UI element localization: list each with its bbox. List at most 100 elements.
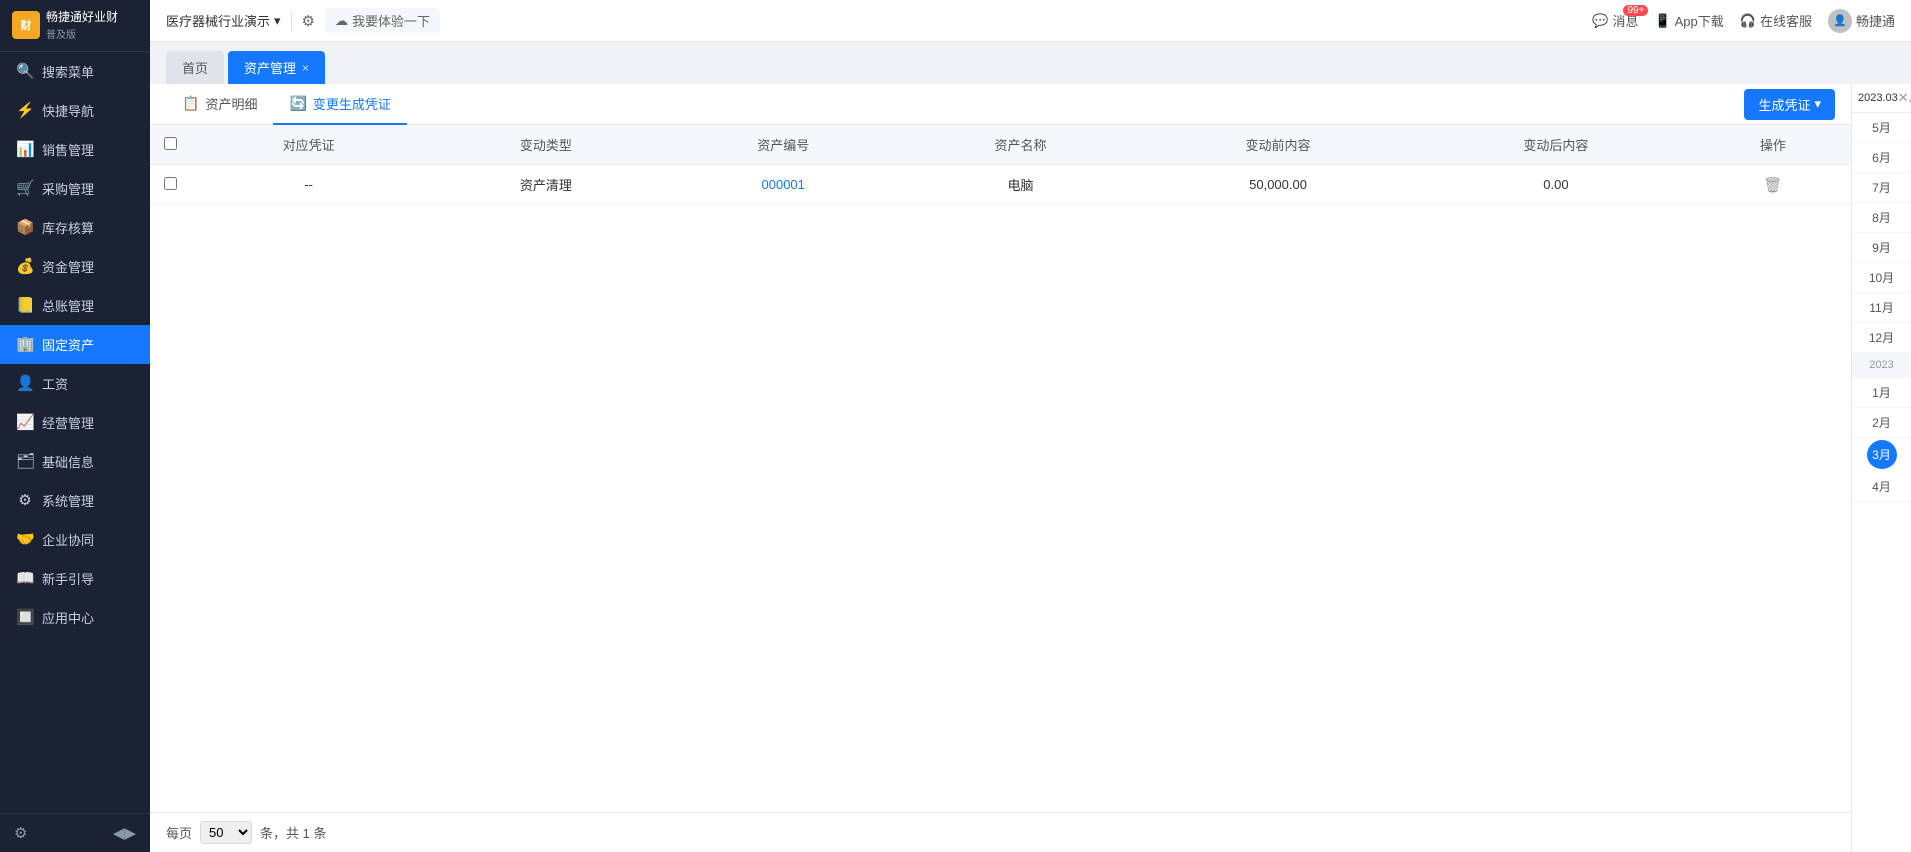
tab-change-voucher[interactable]: 🔄 变更生成凭证 — [273, 84, 406, 125]
sidebar-item-apps[interactable]: 🔲应用中心 — [0, 598, 150, 637]
month-item[interactable]: 8月 — [1852, 203, 1911, 233]
select-all-checkbox[interactable] — [164, 137, 177, 150]
select-all-header — [150, 125, 190, 165]
table-header-row: 对应凭证 变动类型 资产编号 资产名称 变动前内容 变动后内容 操作 — [150, 125, 1851, 165]
row-checkbox-0[interactable] — [164, 177, 177, 190]
messages-button[interactable]: 💬 消息 99+ — [1592, 11, 1638, 30]
settings-icon[interactable]: ⚙ — [14, 824, 27, 842]
per-page-select[interactable]: 50 10 20 100 — [200, 821, 252, 844]
company-selector[interactable]: 医疗器械行业演示 ▾ — [166, 11, 281, 30]
row-asset-name-0: 电脑 — [902, 165, 1139, 205]
sidebar-label-apps: 应用中心 — [42, 608, 94, 627]
logo-icon: 财 — [12, 11, 40, 39]
date-panel: 2023.03 ✕ ⤢ 5月6月7月8月9月10月11月12月20231月2月3… — [1851, 84, 1911, 852]
month-item[interactable]: 9月 — [1852, 233, 1911, 263]
sidebar-item-guide[interactable]: 📖新手引导 — [0, 559, 150, 598]
sidebar-item-cooperation[interactable]: 🤝 企业协同 — [0, 520, 150, 559]
sidebar-item-system[interactable]: ⚙ 系统管理 — [0, 481, 150, 520]
sidebar-item-operations[interactable]: 📈 经营管理 — [0, 403, 150, 442]
active-month[interactable]: 3月 — [1867, 440, 1897, 470]
experience-label: 我要体验一下 — [352, 11, 430, 30]
col-asset-name: 资产名称 — [902, 125, 1139, 165]
row-before-0: 50,000.00 — [1139, 165, 1417, 205]
date-panel-header: 2023.03 ✕ ⤢ — [1852, 84, 1911, 113]
month-item[interactable]: 11月 — [1852, 293, 1911, 323]
tab-asset-mgmt[interactable]: 资产管理 × — [228, 51, 325, 84]
sidebar-bottom: ⚙ ◀▶ — [0, 813, 150, 852]
collapse-icon[interactable]: ◀▶ — [113, 824, 136, 842]
sidebar-item-basics[interactable]: 🗂 基础信息 — [0, 442, 150, 481]
month-item[interactable]: 1月 — [1852, 378, 1911, 408]
experience-button[interactable]: ☁ 我要体验一下 — [325, 8, 440, 33]
tab-home[interactable]: 首页 — [166, 51, 224, 84]
sidebar-item-inventory[interactable]: 📦库存核算 — [0, 208, 150, 247]
sidebar-label-search: 搜索菜单 — [42, 62, 94, 81]
cooperation-icon: 🤝 — [16, 530, 34, 548]
sidebar-label-operations: 经营管理 — [42, 413, 94, 432]
system-icon: ⚙ — [16, 491, 34, 509]
month-item[interactable]: 4月 — [1852, 472, 1911, 502]
generate-voucher-button[interactable]: 生成凭证 ▾ — [1744, 89, 1835, 120]
app-download-label: App下载 — [1675, 11, 1724, 30]
delete-button-0[interactable]: 🗑 — [1763, 177, 1782, 194]
sidebar-item-salary[interactable]: 👤工资 — [0, 364, 150, 403]
col-voucher: 对应凭证 — [190, 125, 427, 165]
sidebar-label-funds: 资金管理 — [42, 257, 94, 276]
month-item[interactable]: 7月 — [1852, 173, 1911, 203]
sidebar-label-cooperation: 企业协同 — [42, 530, 94, 549]
month-item[interactable]: 6月 — [1852, 143, 1911, 173]
tab-asset-detail[interactable]: 📋 资产明细 — [166, 84, 273, 125]
chevron-down-icon: ▾ — [1814, 96, 1821, 112]
quick-nav-icon: ⚡ — [16, 101, 34, 119]
sidebar-item-purchase[interactable]: 🛒 采购管理 — [0, 169, 150, 208]
app-download-button[interactable]: 📱 App下载 — [1654, 11, 1723, 30]
month-item[interactable]: 12月 — [1852, 323, 1911, 353]
row-checkbox-cell — [150, 165, 190, 205]
sidebar-label-system: 系统管理 — [42, 491, 94, 510]
message-icon: 💬 — [1592, 13, 1608, 29]
sidebar-item-ledger[interactable]: 📒 总账管理 — [0, 286, 150, 325]
sidebar-menu: 🔍 搜索菜单 ⚡ 快捷导航 📊 销售管理 🛒 采购管理 📦库存核算 💰 资金管理 📒 总账管理 🏢 固定资产… — [0, 52, 150, 813]
topbar: 医疗器械行业演示 ▾ ⚙ ☁ 我要体验一下 💬 消息 99+ 📱 App下载 🎧… — [150, 0, 1911, 42]
fixed-assets-icon: 🏢 — [16, 335, 34, 353]
sidebar-item-quick-nav[interactable]: ⚡ 快捷导航 — [0, 91, 150, 130]
sidebar-item-funds[interactable]: 💰 资金管理 — [0, 247, 150, 286]
sidebar-logo: 财 畅捷通好业财 普及版 — [0, 0, 150, 52]
sidebar-label-sales: 销售管理 — [42, 140, 94, 159]
date-list: 5月6月7月8月9月10月11月12月20231月2月3月4月 — [1852, 113, 1911, 852]
logo-subtitle: 普及版 — [46, 26, 118, 41]
sidebar-item-sales[interactable]: 📊 销售管理 — [0, 130, 150, 169]
col-before: 变动前内容 — [1139, 125, 1417, 165]
operations-icon: 📈 — [16, 413, 34, 431]
funds-icon: 💰 — [16, 257, 34, 275]
settings-button[interactable]: ⚙ — [302, 12, 315, 30]
sidebar-label-ledger: 总账管理 — [42, 296, 94, 315]
row-change-type-0: 资产清理 — [427, 165, 664, 205]
tab-home-label: 首页 — [182, 61, 208, 76]
close-panel-button[interactable]: ✕ — [1898, 90, 1909, 106]
sidebar-item-search[interactable]: 🔍 搜索菜单 — [0, 52, 150, 91]
sidebar-label-basics: 基础信息 — [42, 452, 94, 471]
row-voucher-0: -- — [190, 165, 427, 205]
user-menu[interactable]: 👤 畅捷通 — [1828, 9, 1895, 33]
ledger-icon: 📒 — [16, 296, 34, 314]
search-icon: 🔍 — [16, 62, 34, 80]
online-service-label: 在线客服 — [1760, 11, 1812, 30]
tab-asset-mgmt-label: 资产管理 — [244, 58, 296, 77]
topbar-right: 💬 消息 99+ 📱 App下载 🎧 在线客服 👤 畅捷通 — [1592, 9, 1895, 33]
month-item[interactable]: 5月 — [1852, 113, 1911, 143]
logo-title: 畅捷通好业财 — [46, 10, 118, 26]
basics-icon: 🗂 — [16, 452, 34, 470]
online-service-button[interactable]: 🎧 在线客服 — [1740, 11, 1812, 30]
sidebar-item-fixed-assets[interactable]: 🏢 固定资产 — [0, 325, 150, 364]
sidebar-label-quick-nav: 快捷导航 — [42, 101, 94, 120]
sales-icon: 📊 — [16, 140, 34, 158]
month-item[interactable]: 2月 — [1852, 408, 1911, 438]
sidebar-label-fixed-assets: 固定资产 — [42, 335, 94, 354]
avatar: 👤 — [1828, 9, 1852, 33]
tab-close-icon[interactable]: × — [302, 61, 309, 75]
purchase-icon: 🛒 — [16, 179, 34, 197]
month-item[interactable]: 10月 — [1852, 263, 1911, 293]
sidebar-label-purchase: 采购管理 — [42, 179, 94, 198]
headset-icon: 🎧 — [1740, 13, 1756, 29]
